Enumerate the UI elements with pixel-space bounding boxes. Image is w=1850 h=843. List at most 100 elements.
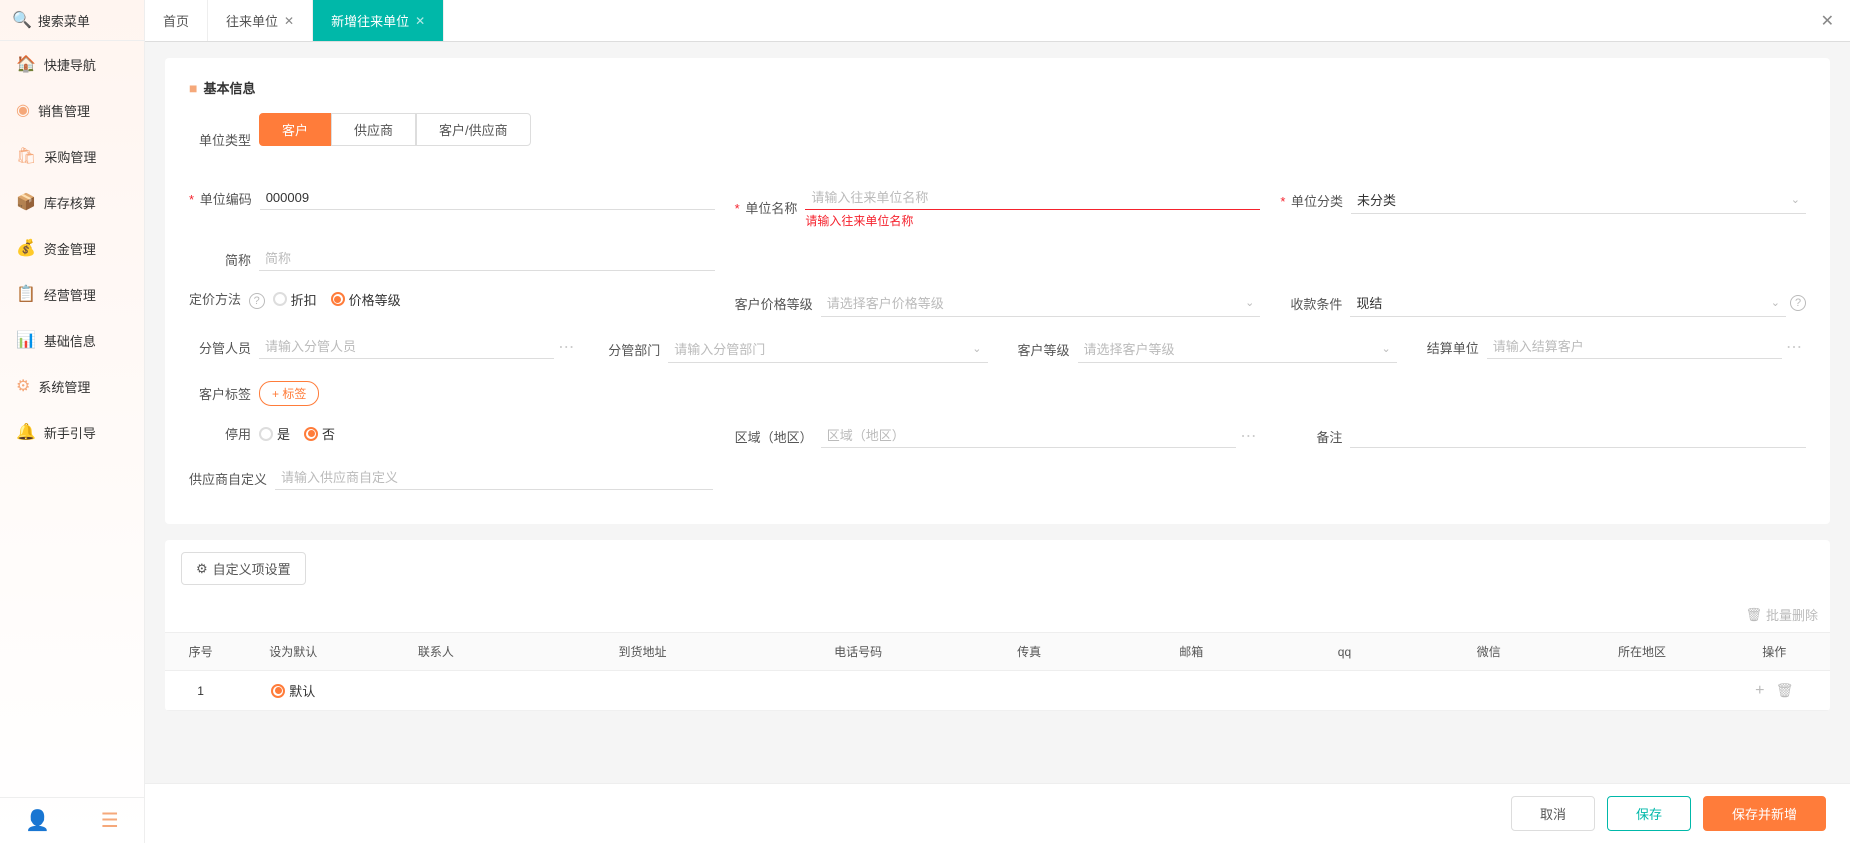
tab-contacts[interactable]: 往来单位 ✕ [208,0,313,41]
sidebar-item-quick-nav[interactable]: 🏠 快捷导航 [0,41,144,87]
settlement-input[interactable] [1487,335,1782,359]
tab-contacts-close[interactable]: ✕ [284,14,294,28]
section-title: ■ 基本信息 [189,78,1806,97]
save-button[interactable]: 保存 [1607,796,1691,831]
customer-level-select[interactable]: 请选择客户等级 ⌄ [1078,335,1397,363]
region-dots-btn[interactable]: ⋯ [1236,426,1260,446]
sidebar-item-inventory[interactable]: 📦 库存核算 [0,179,144,225]
pricing-price-level[interactable]: 价格等级 [331,290,401,309]
form-row-3: 定价方法 ? 折扣 价格等级 客户 [189,289,1806,317]
radio-circle-price-level [331,292,345,306]
disabled-yes[interactable]: 是 [259,424,290,443]
th-address: 到货地址 [521,633,763,671]
tab-new-contact-label: 新增往来单位 [331,11,409,30]
sidebar-item-guide[interactable]: 🔔 新手引导 [0,409,144,455]
abbr-label: 简称 [189,250,259,269]
sidebar-item-label: 新手引导 [44,423,96,442]
table-header-row: 序号 设为默认 联系人 到货地址 电话号码 传真 邮箱 qq 微信 所在地区 操… [165,633,1830,671]
pricing-help-icon[interactable]: ? [249,293,265,309]
sidebar-search[interactable]: 🔍 搜索菜单 [0,0,144,41]
price-level-field: 客户价格等级 请选择客户价格等级 ⌄ [735,289,1261,317]
region-input[interactable] [821,424,1237,448]
section-title-text: 基本信息 [203,78,255,97]
sidebar-item-sales[interactable]: ◉ 销售管理 [0,87,144,133]
tab-bar: 首页 往来单位 ✕ 新增往来单位 ✕ ✕ [145,0,1850,42]
payment-help-icon[interactable]: ? [1790,295,1806,311]
save-new-button[interactable]: 保存并新增 [1703,796,1826,831]
unit-name-label: * 单位名称 [735,198,806,217]
dept-select[interactable]: 请输入分管部门 ⌄ [668,335,987,363]
price-level-select[interactable]: 请选择客户价格等级 ⌄ [821,289,1261,317]
region-label: 区域（地区） [735,427,821,446]
unit-type-supplier[interactable]: 供应商 [331,113,416,146]
unit-type-both[interactable]: 客户/供应商 [416,113,531,146]
row-delete-btn[interactable]: 🗑 [1772,680,1798,700]
purchase-icon: 🛍 [16,146,36,166]
td-action: + 🗑 [1719,671,1830,711]
row-region-input[interactable] [1607,683,1677,698]
unit-category-field: * 单位分类 未分类 ⌄ [1280,186,1806,214]
tab-bar-close-all[interactable]: ✕ [1805,11,1850,31]
sidebar-item-finance[interactable]: 💰 资金管理 [0,225,144,271]
tab-contacts-label: 往来单位 [226,11,278,30]
disabled-no[interactable]: 否 [304,424,335,443]
table-row: 1 默认 [165,671,1830,711]
sidebar-item-basic-info[interactable]: 📊 基础信息 [0,317,144,363]
tab-new-contact[interactable]: 新增往来单位 ✕ [313,0,444,41]
row-fax-input[interactable] [994,683,1064,698]
unit-type-customer[interactable]: 客户 [259,113,331,146]
form-row-2: 简称 [189,247,1806,271]
pricing-price-level-label: 价格等级 [349,290,401,309]
row-add-btn[interactable]: + [1751,680,1768,701]
unit-name-error: 请输入往来单位名称 [805,212,1260,229]
th-region: 所在地区 [1565,633,1718,671]
td-default: 默认 [236,671,350,711]
sidebar-user-icon[interactable]: 👤 [25,808,50,833]
remark-input[interactable] [1350,424,1806,448]
sidebar-item-purchase[interactable]: 🛍 采购管理 [0,133,144,179]
form-row-6: 停用 是 否 区域（地区） ⋯ [189,424,1806,448]
section-icon: ■ [189,80,197,96]
th-no: 序号 [165,633,236,671]
content-area: ■ 基本信息 单位类型 客户 供应商 客户/供应商 * 单位编码 [145,42,1850,843]
sidebar-item-label: 经营管理 [44,285,96,304]
sidebar-item-operations[interactable]: 📋 经营管理 [0,271,144,317]
cancel-button[interactable]: 取消 [1511,796,1595,831]
unit-category-label: * 单位分类 [1280,191,1351,210]
tab-home[interactable]: 首页 [145,0,208,41]
row-address-input[interactable] [583,683,703,698]
row-phone-input[interactable] [813,683,903,698]
manager-dots-btn[interactable]: ⋯ [554,337,578,357]
manager-input[interactable] [259,335,554,359]
unit-code-input[interactable] [260,186,715,210]
add-tag-btn[interactable]: + 标签 [259,381,319,406]
row-qq-input[interactable] [1314,683,1374,698]
row-default-radio[interactable]: 默认 [244,681,342,700]
row-wechat-input[interactable] [1454,683,1524,698]
main-area: 首页 往来单位 ✕ 新增往来单位 ✕ ✕ ■ 基本信息 单位类型 客户 供应商 [145,0,1850,843]
payment-label: 收款条件 [1280,294,1350,313]
tab-new-contact-close[interactable]: ✕ [415,14,425,28]
batch-delete-label: 批量删除 [1766,605,1818,624]
settlement-field: 结算单位 ⋯ [1417,335,1806,359]
unit-type-row: 单位类型 客户 供应商 客户/供应商 [189,113,1806,166]
sidebar-bars-icon[interactable]: ☰ [101,808,119,833]
unit-name-input[interactable] [805,186,1260,210]
unit-category-select[interactable]: 未分类 ⌄ [1351,186,1806,214]
payment-select[interactable]: 现结 ⌄ [1350,289,1786,317]
supplier-custom-input[interactable] [275,466,713,490]
row-contact-input[interactable] [396,683,476,698]
batch-delete-btn[interactable]: 🗑 批量删除 [1745,605,1818,624]
form-row-1: * 单位编码 * 单位名称 请输入往来单位名称 [189,186,1806,229]
pricing-discount[interactable]: 折扣 [273,290,317,309]
th-fax: 传真 [953,633,1106,671]
row-email-input[interactable] [1151,683,1231,698]
radio-circle-yes [259,427,273,441]
unit-type-label: 单位类型 [189,130,259,149]
abbr-input[interactable] [259,247,715,271]
custom-settings-btn[interactable]: ⚙ 自定义项设置 [181,552,306,585]
manager-field: 分管人员 ⋯ [189,335,578,359]
sidebar-item-system[interactable]: ⚙ 系统管理 [0,363,144,409]
settlement-dots-btn[interactable]: ⋯ [1782,337,1806,357]
customer-level-placeholder: 请选择客户等级 [1084,339,1382,358]
